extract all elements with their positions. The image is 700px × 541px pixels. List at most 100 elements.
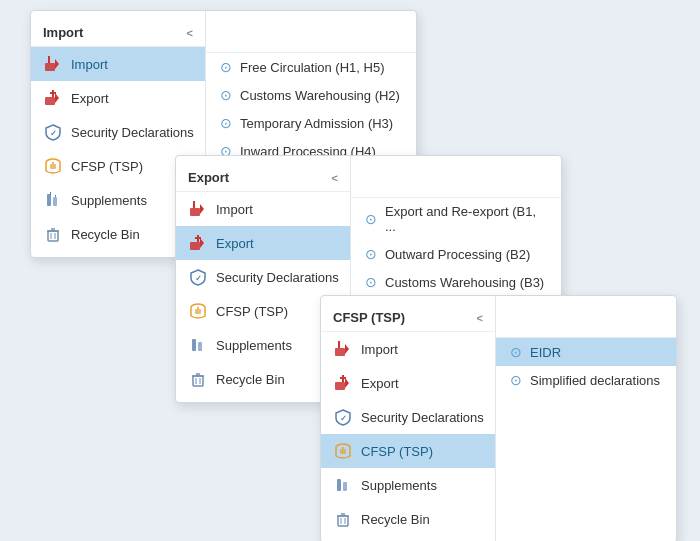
export-nav-import[interactable]: Import — [176, 192, 350, 226]
export-nav-cfsp-label: CFSP (TSP) — [216, 304, 288, 319]
cfsp-panel: CFSP (TSP) < Import E — [320, 295, 677, 541]
import-nav-cfsp-label: CFSP (TSP) — [71, 159, 143, 174]
cfsp-nav-cfsp-label: CFSP (TSP) — [361, 444, 433, 459]
recycle-icon — [43, 224, 63, 244]
svg-rect-3 — [45, 97, 55, 105]
sub-arrow-icon: ⊙ — [220, 59, 232, 75]
cfsp-panel-title: CFSP (TSP) — [333, 310, 405, 325]
import-nav-import-label: Import — [71, 57, 108, 72]
svg-rect-8 — [50, 164, 56, 169]
export-recycle-icon — [188, 369, 208, 389]
import-panel-title: Import — [43, 25, 83, 40]
export-sub-reexport[interactable]: ⊙ Export and Re-export (B1, ... — [351, 198, 561, 240]
export-nav-recycle-label: Recycle Bin — [216, 372, 285, 387]
cfsp-collapse-icon[interactable]: < — [477, 312, 483, 324]
export-export-icon — [188, 233, 208, 253]
export-collapse-icon[interactable]: < — [332, 172, 338, 184]
import-nav-security-label: Security Declarations — [71, 125, 194, 140]
import-nav-import[interactable]: Import — [31, 47, 205, 81]
export-sub-warehousing-label: Customs Warehousing (B3) — [385, 275, 544, 290]
svg-rect-47 — [343, 482, 347, 491]
import-sub-temporary[interactable]: ⊙ Temporary Admission (H3) — [206, 109, 416, 137]
export-sub-outward-label: Outward Processing (B2) — [385, 247, 530, 262]
cfsp-sub-simplified[interactable]: ⊙ Simplified declarations — [496, 366, 676, 394]
cfsp-supplements-icon — [333, 475, 353, 495]
svg-rect-48 — [338, 516, 348, 526]
cfsp-nav-export-label: Export — [361, 376, 399, 391]
svg-marker-20 — [200, 204, 204, 214]
svg-marker-4 — [55, 93, 59, 103]
export-cfsp-icon — [188, 301, 208, 321]
svg-rect-19 — [190, 208, 200, 216]
import-nav-export[interactable]: Export — [31, 81, 205, 115]
cfsp-sub-eidr[interactable]: ⊙ EIDR — [496, 338, 676, 366]
cfsp-nav-recycle-label: Recycle Bin — [361, 512, 430, 527]
cfsp-sub-simplified-label: Simplified declarations — [530, 373, 660, 388]
export-panel-title: Export — [188, 170, 229, 185]
import-nav-recycle-label: Recycle Bin — [71, 227, 140, 242]
svg-rect-46 — [337, 479, 341, 491]
import-sub-free-circulation[interactable]: ⊙ Free Circulation (H1, H5) — [206, 53, 416, 81]
export-sub-arrow-2: ⊙ — [365, 246, 377, 262]
svg-text:✓: ✓ — [195, 274, 202, 283]
export-nav-security[interactable]: ✓ Security Declarations — [176, 260, 350, 294]
cfsp-nav-cfsp[interactable]: CFSP (TSP) — [321, 434, 495, 468]
cfsp-sub-arrow-2: ⊙ — [510, 372, 522, 388]
supplements-icon — [43, 190, 63, 210]
cfsp-sub-eidr-label: EIDR — [530, 345, 561, 360]
cfsp-panel-sub: ⊙ EIDR ⊙ Simplified declarations — [496, 296, 676, 541]
import-nav-export-label: Export — [71, 91, 109, 106]
export-icon — [43, 88, 63, 108]
cfsp-panel-nav: CFSP (TSP) < Import E — [321, 296, 496, 541]
cfsp-cfsp-icon — [333, 441, 353, 461]
import-sub-free-circulation-label: Free Circulation (H1, H5) — [240, 60, 385, 75]
import-nav-security[interactable]: ✓ Security Declarations — [31, 115, 205, 149]
export-nav-import-label: Import — [216, 202, 253, 217]
import-collapse-icon[interactable]: < — [187, 27, 193, 39]
cfsp-nav-supplements[interactable]: Supplements — [321, 468, 495, 502]
svg-text:✓: ✓ — [50, 129, 57, 138]
svg-rect-22 — [190, 242, 200, 250]
cfsp-nav-import[interactable]: Import — [321, 332, 495, 366]
security-icon: ✓ — [43, 122, 63, 142]
cfsp-nav-security-label: Security Declarations — [361, 410, 484, 425]
cfsp-nav-supplements-label: Supplements — [361, 478, 437, 493]
svg-marker-40 — [345, 378, 349, 388]
import-sub-temporary-label: Temporary Admission (H3) — [240, 116, 393, 131]
cfsp-panel-header: CFSP (TSP) < — [321, 302, 495, 332]
cfsp-nav-security[interactable]: ✓ Security Declarations — [321, 400, 495, 434]
svg-rect-10 — [47, 194, 51, 206]
export-supplements-icon — [188, 335, 208, 355]
export-sub-reexport-label: Export and Re-export (B1, ... — [385, 204, 547, 234]
export-sub-warehousing[interactable]: ⊙ Customs Warehousing (B3) — [351, 268, 561, 296]
export-sub-arrow-1: ⊙ — [365, 211, 377, 227]
export-sub-arrow-3: ⊙ — [365, 274, 377, 290]
cfsp-import-icon — [333, 339, 353, 359]
cfsp-nav-import-label: Import — [361, 342, 398, 357]
svg-rect-13 — [55, 195, 56, 197]
cfsp-nav-export[interactable]: Export — [321, 366, 495, 400]
svg-rect-29 — [192, 339, 196, 351]
svg-text:✓: ✓ — [340, 414, 347, 423]
import-panel-header: Import < — [31, 17, 205, 47]
import-icon — [43, 54, 63, 74]
export-nav-security-label: Security Declarations — [216, 270, 339, 285]
import-sub-customs-warehousing[interactable]: ⊙ Customs Warehousing (H2) — [206, 81, 416, 109]
cfsp-nav-recycle[interactable]: Recycle Bin — [321, 502, 495, 536]
cfsp-export-icon — [333, 373, 353, 393]
svg-rect-27 — [195, 309, 201, 314]
sub-arrow-icon-2: ⊙ — [220, 87, 232, 103]
export-sub-outward[interactable]: ⊙ Outward Processing (B2) — [351, 240, 561, 268]
svg-rect-11 — [53, 197, 57, 206]
svg-rect-0 — [45, 63, 55, 71]
cfsp-security-icon: ✓ — [333, 407, 353, 427]
svg-marker-1 — [55, 59, 59, 69]
export-import-icon — [188, 199, 208, 219]
import-nav-supplements-label: Supplements — [71, 193, 147, 208]
svg-rect-31 — [193, 376, 203, 386]
cfsp-recycle-icon — [333, 509, 353, 529]
svg-rect-36 — [335, 348, 345, 356]
svg-rect-14 — [48, 231, 58, 241]
export-nav-export[interactable]: Export — [176, 226, 350, 260]
svg-rect-12 — [50, 192, 51, 195]
